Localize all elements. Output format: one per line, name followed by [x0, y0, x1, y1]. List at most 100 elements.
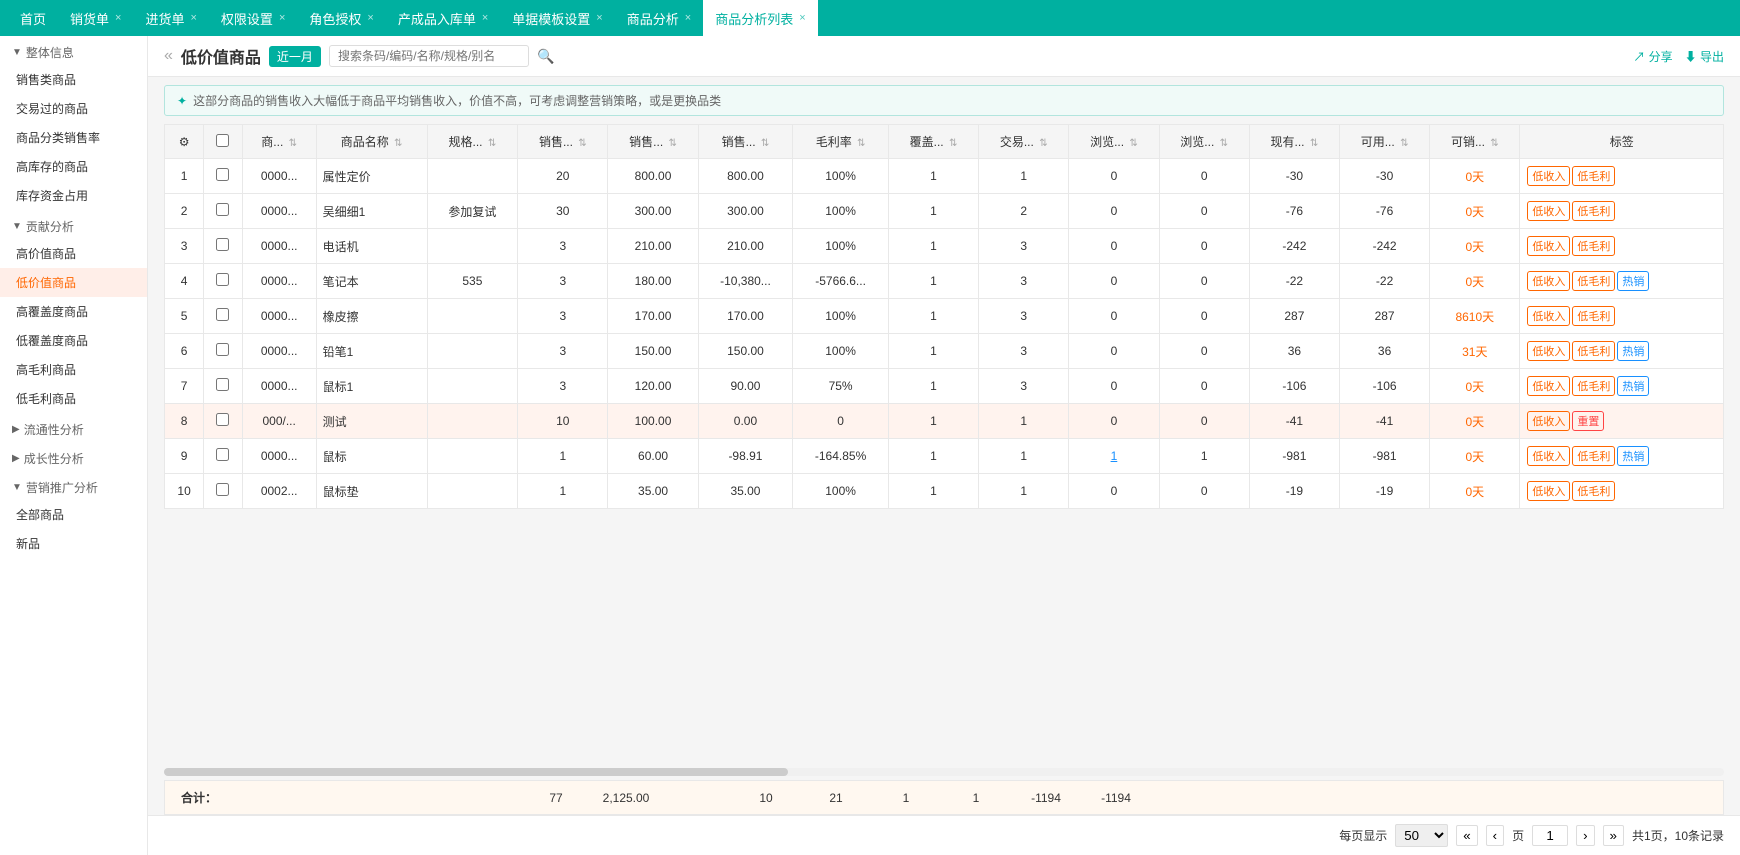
sidebar-item-category-sales-rate[interactable]: 商品分类销售率 [0, 123, 147, 152]
nav-sales-order[interactable]: 销货单 × [58, 0, 133, 36]
top-nav: 首页 销货单 × 进货单 × 权限设置 × 角色授权 × 产成品入库单 × 单据… [0, 0, 1740, 36]
horizontal-scrollbar[interactable] [164, 768, 1724, 776]
row-check[interactable] [204, 159, 243, 194]
nav-purchase-order[interactable]: 进货单 × [133, 0, 208, 36]
row-checkbox[interactable] [216, 343, 229, 356]
row-avail: -30 [1339, 159, 1429, 194]
row-check[interactable] [204, 474, 243, 509]
col-sales1[interactable]: 销售... ⇅ [518, 125, 608, 159]
first-page-button[interactable]: « [1456, 825, 1477, 846]
close-icon[interactable]: × [685, 12, 691, 24]
sidebar-item-low-margin[interactable]: 低毛利商品 [0, 384, 147, 413]
col-browse2[interactable]: 浏览... ⇅ [1159, 125, 1249, 159]
row-checkbox[interactable] [216, 273, 229, 286]
row-checkbox[interactable] [216, 483, 229, 496]
row-checkbox[interactable] [216, 238, 229, 251]
sidebar-item-high-stock[interactable]: 高库存的商品 [0, 152, 147, 181]
col-gross[interactable]: 毛利率 ⇅ [793, 125, 889, 159]
search-icon[interactable]: 🔍 [537, 48, 554, 65]
row-days: 0天 [1430, 159, 1520, 194]
col-coverage[interactable]: 覆盖... ⇅ [888, 125, 978, 159]
row-browse1[interactable]: 1 [1069, 439, 1159, 474]
col-trade[interactable]: 交易... ⇅ [979, 125, 1069, 159]
share-button[interactable]: ↗ 分享 [1633, 48, 1672, 65]
col-sellable[interactable]: 可销... ⇅ [1430, 125, 1520, 159]
col-browse1[interactable]: 浏览... ⇅ [1069, 125, 1159, 159]
row-checkbox[interactable] [216, 378, 229, 391]
row-check[interactable] [204, 229, 243, 264]
nav-home[interactable]: 首页 [8, 0, 58, 36]
search-input[interactable] [329, 45, 529, 67]
browse-link[interactable]: 1 [1111, 449, 1118, 463]
sidebar-item-high-coverage[interactable]: 高覆盖度商品 [0, 297, 147, 326]
page-input[interactable] [1532, 825, 1568, 846]
next-page-button[interactable]: › [1576, 825, 1594, 846]
scrollbar-thumb[interactable] [164, 768, 788, 776]
row-s2: 100.00 [608, 404, 698, 439]
sidebar-item-sales-category[interactable]: 销售类商品 [0, 65, 147, 94]
nav-role[interactable]: 角色授权 × [297, 0, 385, 36]
row-checkbox[interactable] [216, 308, 229, 321]
close-icon[interactable]: × [799, 12, 805, 24]
col-name[interactable]: 商品名称 ⇅ [316, 125, 427, 159]
sidebar-group-marketing[interactable]: ▼ 营销推广分析 [0, 471, 147, 500]
col-current[interactable]: 现有... ⇅ [1249, 125, 1339, 159]
sidebar-item-high-margin[interactable]: 高毛利商品 [0, 355, 147, 384]
row-check[interactable] [204, 264, 243, 299]
col-code[interactable]: 商... ⇅ [242, 125, 316, 159]
col-sales3[interactable]: 销售... ⇅ [698, 125, 793, 159]
nav-goods-analysis-list[interactable]: 商品分析列表 × [703, 0, 817, 36]
export-button[interactable]: ⬇ 导出 [1685, 48, 1724, 65]
nav-goods-analysis[interactable]: 商品分析 × [615, 0, 703, 36]
sidebar-item-traded[interactable]: 交易过的商品 [0, 94, 147, 123]
close-icon[interactable]: × [596, 12, 602, 24]
table-container[interactable]: ⚙ 商... ⇅ 商品名称 ⇅ 规格... ⇅ 销售... ⇅ 销售... ⇅ … [148, 124, 1740, 768]
sidebar-group-growth[interactable]: ▶ 成长性分析 [0, 442, 147, 471]
nav-permission[interactable]: 权限设置 × [209, 0, 297, 36]
row-check[interactable] [204, 369, 243, 404]
row-checkbox[interactable] [216, 168, 229, 181]
sidebar-item-stock-capital[interactable]: 库存资金占用 [0, 181, 147, 210]
sidebar-item-new-goods[interactable]: 新品 [0, 529, 147, 558]
col-tags[interactable]: 标签 [1520, 125, 1724, 159]
sidebar-item-low-coverage[interactable]: 低覆盖度商品 [0, 326, 147, 355]
sidebar-collapse-button[interactable]: « [164, 47, 173, 65]
close-icon[interactable]: × [482, 12, 488, 24]
table-row: 3 0000... 电话机 3 210.00 210.00 100% 1 3 0… [165, 229, 1724, 264]
close-icon[interactable]: × [279, 12, 285, 24]
col-sales2[interactable]: 销售... ⇅ [608, 125, 698, 159]
col-checkbox[interactable] [204, 125, 243, 159]
row-check[interactable] [204, 334, 243, 369]
prev-page-button[interactable]: ‹ [1486, 825, 1504, 846]
tag: 低毛利 [1572, 271, 1615, 291]
row-code: 0000... [242, 264, 316, 299]
col-available[interactable]: 可用... ⇅ [1339, 125, 1429, 159]
sidebar-item-all-goods[interactable]: 全部商品 [0, 500, 147, 529]
sidebar-group-contribution[interactable]: ▼ 贡献分析 [0, 210, 147, 239]
close-icon[interactable]: × [190, 12, 196, 24]
select-all-checkbox[interactable] [216, 134, 229, 147]
row-checkbox[interactable] [216, 448, 229, 461]
col-settings[interactable]: ⚙ [165, 125, 204, 159]
row-s2: 170.00 [608, 299, 698, 334]
period-button[interactable]: 近一月 [269, 46, 321, 67]
close-icon[interactable]: × [115, 12, 121, 24]
nav-template[interactable]: 单据模板设置 × [500, 0, 614, 36]
row-check[interactable] [204, 404, 243, 439]
last-page-button[interactable]: » [1603, 825, 1624, 846]
row-checkbox[interactable] [216, 413, 229, 426]
col-spec[interactable]: 规格... ⇅ [427, 125, 518, 159]
row-check[interactable] [204, 299, 243, 334]
tag: 低收入 [1527, 271, 1570, 291]
sidebar-group-overall[interactable]: ▼ 整体信息 [0, 36, 147, 65]
nav-product-in[interactable]: 产成品入库单 × [386, 0, 500, 36]
close-icon[interactable]: × [367, 12, 373, 24]
sidebar-item-low-value[interactable]: 低价值商品 [0, 268, 147, 297]
sidebar-group-flow[interactable]: ▶ 流通性分析 [0, 413, 147, 442]
row-check[interactable] [204, 194, 243, 229]
per-page-select[interactable]: 50 100 200 [1395, 824, 1448, 847]
row-check[interactable] [204, 439, 243, 474]
row-code: 0000... [242, 194, 316, 229]
sidebar-item-high-value[interactable]: 高价值商品 [0, 239, 147, 268]
row-checkbox[interactable] [216, 203, 229, 216]
